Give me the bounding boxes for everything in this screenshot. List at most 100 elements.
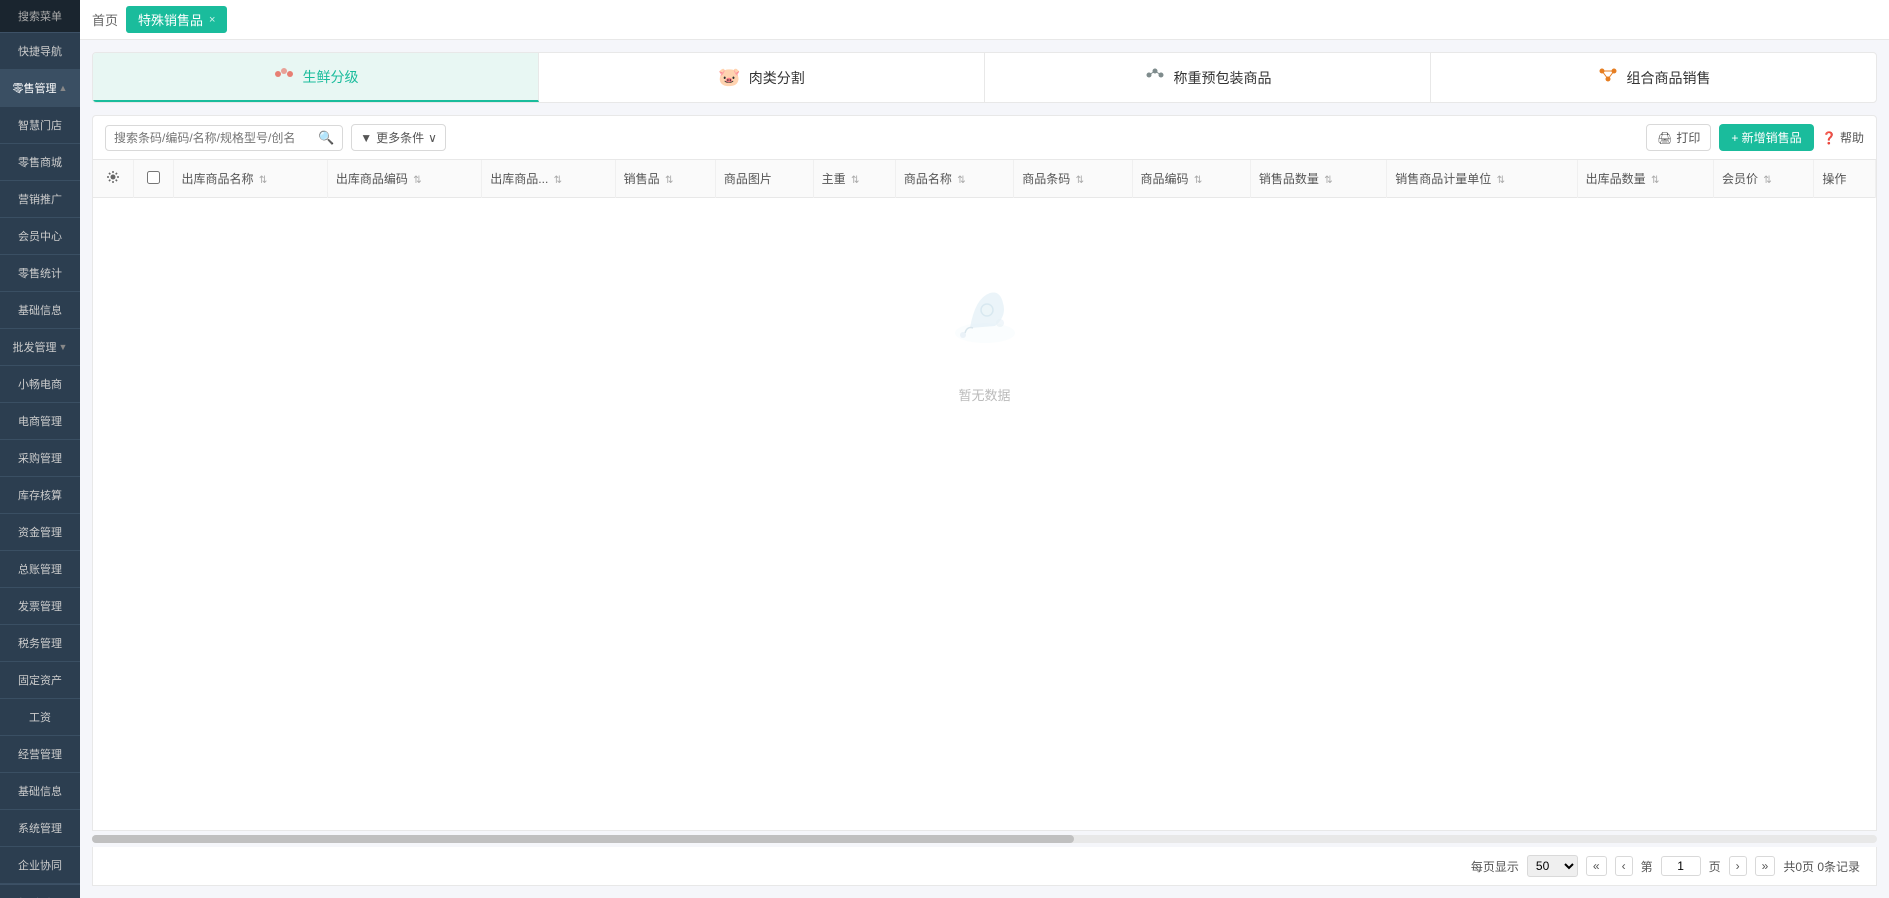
th-member-price[interactable]: 会员价 ⇅ [1714,160,1814,198]
th-out-name[interactable]: 出库商品名称 ⇅ [173,160,327,198]
fresh-grade-icon [273,65,295,88]
sidebar-item-basic-info2[interactable]: 基础信息 [0,773,80,810]
empty-text: 暂无数据 [958,385,1010,404]
new-sale-item-button[interactable]: + 新增销售品 [1719,124,1813,151]
sort-arrows-sale-unit: ⇅ [1497,175,1505,186]
select-all-checkbox[interactable] [147,171,160,184]
sidebar: 搜索菜单 快捷导航 零售管理 ▲ 智慧门店 零售商城 营销推广 会员中心 零售统… [0,0,80,898]
th-gear[interactable] [93,160,133,198]
breadcrumb-home[interactable]: 首页 [92,10,118,29]
cat-tab-meat-cut[interactable]: 🐷 肉类分割 [539,53,985,102]
sidebar-item-smart-store[interactable]: 智慧门店 [0,107,80,144]
sidebar-item-newbie[interactable]: 新手引导 [0,885,80,898]
category-tabs: 生鲜分级 🐷 肉类分割 称重预包装商品 [92,52,1877,103]
sort-arrows-main-weight: ⇅ [851,175,859,186]
cat-tab-combo[interactable]: 组合商品销售 [1431,53,1876,102]
th-action: 操作 [1814,160,1876,198]
sort-arrows-barcode: ⇅ [1076,175,1084,186]
tab-close-icon[interactable]: × [209,14,215,26]
th-out-code[interactable]: 出库商品编码 ⇅ [327,160,481,198]
sidebar-item-quick-nav[interactable]: 快捷导航 [0,33,80,70]
sidebar-item-retail-mgmt[interactable]: 零售管理 ▲ [0,70,80,107]
horizontal-scrollbar[interactable] [92,835,1877,843]
sort-arrows-out-code: ⇅ [413,175,421,186]
cat-tab-meat-cut-label: 肉类分割 [749,68,805,88]
empty-state: 暂无数据 [93,198,1876,484]
th-checkbox[interactable] [133,160,173,198]
sidebar-item-fixed-assets[interactable]: 固定资产 [0,662,80,699]
sidebar-item-invoice[interactable]: 发票管理 [0,588,80,625]
sidebar-item-retail-mall[interactable]: 零售商城 [0,144,80,181]
sidebar-item-member[interactable]: 会员中心 [0,218,80,255]
sort-arrows-out-qty: ⇅ [1651,175,1659,186]
th-barcode[interactable]: 商品条码 ⇅ [1014,160,1132,198]
th-out-qty[interactable]: 出库品数量 ⇅ [1577,160,1713,198]
filter-icon: ▼ [360,131,372,145]
sidebar-item-sys-mgmt[interactable]: 系统管理 [0,810,80,847]
help-button[interactable]: ❓ 帮助 [1822,129,1864,146]
page-prefix-label: 第 [1641,858,1653,875]
total-label: 共0页 0条记录 [1783,858,1860,875]
filter-label: 更多条件 [376,129,424,146]
sort-arrows-sale-qty: ⇅ [1324,175,1332,186]
content-area: 生鲜分级 🐷 肉类分割 称重预包装商品 [80,40,1889,898]
th-product-code[interactable]: 商品编码 ⇅ [1132,160,1250,198]
sidebar-item-wholesale[interactable]: 批发管理 ▼ [0,329,80,366]
sidebar-item-promo[interactable]: 营销推广 [0,181,80,218]
th-main-weight[interactable]: 主重 ⇅ [813,160,895,198]
sidebar-item-capital[interactable]: 资金管理 [0,514,80,551]
help-label: 帮助 [1840,131,1864,145]
search-box[interactable]: 🔍 [105,125,343,151]
first-page-button[interactable]: « [1586,856,1607,876]
sort-arrows-out-spec: ⇅ [554,175,562,186]
th-sale-item[interactable]: 销售品 ⇅ [615,160,715,198]
sidebar-item-ops-mgmt[interactable]: 经营管理 [0,736,80,773]
cat-tab-fresh-grade-label: 生鲜分级 [303,67,359,87]
last-page-button[interactable]: » [1755,856,1776,876]
sidebar-logo[interactable]: 搜索菜单 [0,0,80,33]
meat-cut-icon: 🐷 [718,67,740,88]
th-sale-qty[interactable]: 销售品数量 ⇅ [1250,160,1386,198]
sort-arrows-out-name: ⇅ [259,175,267,186]
sidebar-item-purchase[interactable]: 采购管理 [0,440,80,477]
sidebar-item-salary[interactable]: 工资 [0,699,80,736]
empty-icon [945,278,1025,373]
page-suffix-label: 页 [1709,858,1721,875]
th-out-spec[interactable]: 出库商品... ⇅ [482,160,615,198]
data-table: 出库商品名称 ⇅ 出库商品编码 ⇅ 出库商品... ⇅ 销售品 [93,160,1876,198]
sidebar-item-mini-ecom[interactable]: 小畅电商 [0,366,80,403]
th-img[interactable]: 商品图片 [715,160,813,198]
filter-button[interactable]: ▼ 更多条件 ∨ [351,124,446,151]
chevron-down-icon: ▲ [59,83,68,93]
sidebar-item-inventory[interactable]: 库存核算 [0,477,80,514]
next-page-button[interactable]: › [1729,856,1747,876]
sort-arrows-member-price: ⇅ [1763,175,1771,186]
sidebar-item-ecom-mgmt[interactable]: 电商管理 [0,403,80,440]
sidebar-item-enterprise[interactable]: 企业协同 [0,847,80,884]
sidebar-item-general-ledger[interactable]: 总账管理 [0,551,80,588]
scrollbar-thumb [92,835,1074,843]
weigh-pack-icon [1144,66,1166,89]
cat-tab-fresh-grade[interactable]: 生鲜分级 [93,53,539,102]
page-number-input[interactable] [1661,856,1701,876]
active-tab-pill[interactable]: 特殊销售品 × [126,6,227,33]
sort-arrows-product-name: ⇅ [957,175,965,186]
cat-tab-weigh-pack[interactable]: 称重预包装商品 [985,53,1431,102]
per-page-label: 每页显示 [1471,858,1519,875]
sidebar-item-basic-info[interactable]: 基础信息 [0,292,80,329]
toolbar-right: 🖨 打印 + 新增销售品 ❓ 帮助 [1646,124,1864,151]
search-icon[interactable]: 🔍 [318,130,334,146]
sidebar-item-retail-stats[interactable]: 零售统计 [0,255,80,292]
print-label: 打印 [1676,129,1700,146]
prev-page-button[interactable]: ‹ [1615,856,1633,876]
print-icon: 🖨 [1657,131,1672,145]
cat-tab-combo-label: 组合商品销售 [1627,68,1711,88]
search-input[interactable] [114,131,314,145]
th-product-name[interactable]: 商品名称 ⇅ [895,160,1013,198]
per-page-select[interactable]: 50 20 100 [1527,855,1578,877]
th-sale-unit[interactable]: 销售商品计量单位 ⇅ [1387,160,1577,198]
sidebar-item-tax[interactable]: 税务管理 [0,625,80,662]
toolbar: 🔍 ▼ 更多条件 ∨ 🖨 打印 + 新增销售品 ❓ 帮助 [92,115,1877,160]
print-button[interactable]: 🖨 打印 [1646,124,1711,151]
sort-arrows-sale-item: ⇅ [665,175,673,186]
